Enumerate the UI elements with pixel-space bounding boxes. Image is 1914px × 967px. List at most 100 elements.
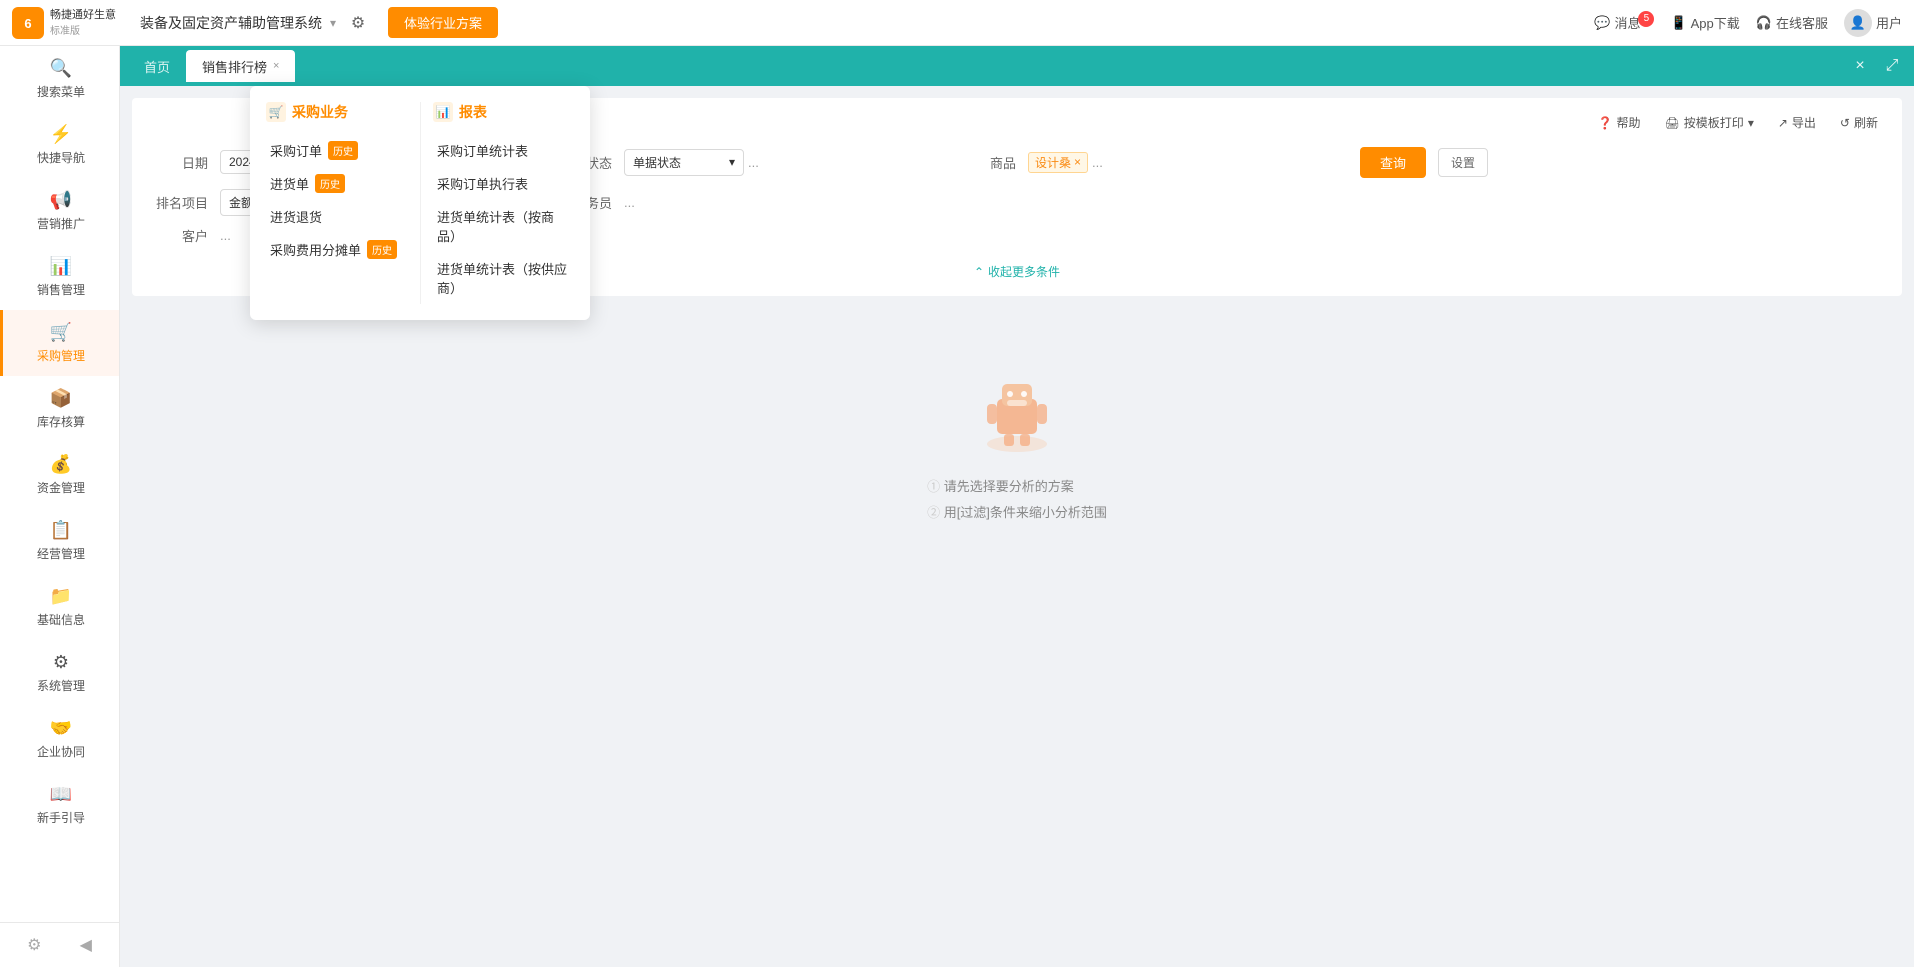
sidebar-item-search[interactable]: 🔍 搜索菜单 bbox=[0, 46, 119, 112]
purchase-section-icon: 🛒 bbox=[266, 102, 286, 122]
print-btn[interactable]: 🖨 按模板打印 ▾ bbox=[1657, 110, 1762, 135]
user-btn[interactable]: 👤 用户 bbox=[1844, 9, 1902, 37]
date-label: 日期 bbox=[148, 153, 208, 172]
industry-btn[interactable]: 体验行业方案 bbox=[388, 7, 498, 38]
tab-expand-btn[interactable]: ⤢ bbox=[1878, 52, 1906, 80]
avatar: 👤 bbox=[1844, 9, 1872, 37]
tab-close-btn[interactable]: × bbox=[1846, 52, 1874, 80]
guide-icon: 📖 bbox=[50, 784, 72, 805]
content-area: 首页 销售排行榜 × × ⤢ ❓ 帮助 bbox=[120, 46, 1914, 967]
settings-btn[interactable]: 设置 bbox=[1438, 148, 1488, 177]
status-placeholder: 单据状态 bbox=[633, 154, 681, 171]
logo-text: 畅捷通好生意 bbox=[50, 8, 116, 22]
sidebar-label-basic: 基础信息 bbox=[37, 611, 85, 628]
sidebar-label-system: 系统管理 bbox=[37, 677, 85, 694]
query-btn[interactable]: 查询 bbox=[1360, 147, 1426, 178]
goods-tag[interactable]: 设计桑 × bbox=[1028, 152, 1088, 173]
dropdown-item-inbound-by-supplier[interactable]: 进货单统计表（按供应商） bbox=[433, 252, 574, 304]
dropdown-item-po[interactable]: 采购订单 历史 bbox=[266, 134, 420, 167]
sidebar-label-quick-nav: 快捷导航 bbox=[37, 149, 85, 166]
goods-tag-close[interactable]: × bbox=[1074, 155, 1081, 169]
sidebar-label-operation: 经营管理 bbox=[37, 545, 85, 562]
logo-badge: 标准版 bbox=[50, 22, 116, 37]
system-icon: ⚙ bbox=[53, 652, 69, 673]
print-icon: 🖨 bbox=[1665, 116, 1680, 130]
sidebar-collapse-icon[interactable]: ◀ bbox=[80, 935, 92, 955]
goods-control: 设计桑 × ... bbox=[1028, 152, 1348, 173]
status-select[interactable]: 单据状态 ▾ bbox=[624, 149, 744, 176]
staff-more-icon[interactable]: ... bbox=[624, 195, 635, 210]
tab-sales-rank-label: 销售排行榜 bbox=[202, 57, 267, 76]
tab-home[interactable]: 首页 bbox=[128, 50, 186, 82]
purchase-icon: 🛒 bbox=[50, 322, 72, 343]
dropdown-arrow-icon[interactable]: ▾ bbox=[330, 16, 336, 30]
header-right: 💬 消息 5 📱 App下载 🎧 在线客服 👤 用户 bbox=[1594, 9, 1902, 37]
dropdown-item-inbound-by-goods[interactable]: 进货单统计表（按商品） bbox=[433, 200, 574, 252]
enterprise-icon: 🤝 bbox=[50, 718, 72, 739]
dropdown-item-po-exec[interactable]: 采购订单执行表 bbox=[433, 167, 574, 200]
dropdown-item-po-stat[interactable]: 采购订单统计表 bbox=[433, 134, 574, 167]
tab-sales-rank[interactable]: 销售排行榜 × bbox=[186, 50, 295, 82]
sidebar-item-enterprise[interactable]: 🤝 企业协同 bbox=[0, 706, 119, 772]
status-more-icon[interactable]: ... bbox=[748, 155, 759, 170]
sidebar-settings-icon[interactable]: ⚙ bbox=[27, 935, 41, 955]
dropdown-item-expense[interactable]: 采购费用分摊单 历史 bbox=[266, 233, 420, 266]
online-service-btn[interactable]: 🎧 在线客服 bbox=[1756, 13, 1828, 32]
help-btn[interactable]: ❓ 帮助 bbox=[1590, 110, 1649, 135]
search-icon: 🔍 bbox=[50, 58, 72, 79]
app-download-btn[interactable]: 📱 App下载 bbox=[1670, 13, 1739, 32]
sidebar-item-operation[interactable]: 📋 经营管理 bbox=[0, 508, 119, 574]
main-layout: 🔍 搜索菜单 ⚡ 快捷导航 📢 营销推广 📊 销售管理 🛒 采购管理 📦 库存核… bbox=[0, 46, 1914, 967]
sidebar-label-marketing: 营销推广 bbox=[37, 215, 85, 232]
capital-icon: 💰 bbox=[50, 454, 72, 475]
report-section-icon: 📊 bbox=[433, 102, 453, 122]
purchase-section-title: 🛒 采购业务 bbox=[266, 102, 420, 122]
report-section: 📊 报表 采购订单统计表 采购订单执行表 进货单统计表（按商品） 进货单统计表（… bbox=[420, 102, 574, 304]
print-dropdown-icon: ▾ bbox=[1748, 116, 1754, 130]
basic-icon: 📁 bbox=[50, 586, 72, 607]
tab-controls: × ⤢ bbox=[1846, 52, 1906, 80]
inventory-icon: 📦 bbox=[50, 388, 72, 409]
export-btn[interactable]: ↗ 导出 bbox=[1770, 110, 1824, 135]
tab-close-icon[interactable]: × bbox=[273, 60, 279, 72]
logo-area: 6 畅捷通好生意 标准版 bbox=[12, 7, 132, 39]
dropdown-item-inbound[interactable]: 进货单 历史 bbox=[266, 167, 420, 200]
svg-text:6: 6 bbox=[24, 16, 31, 31]
sidebar-item-inventory[interactable]: 📦 库存核算 bbox=[0, 376, 119, 442]
empty-tip-1: ① 请先选择要分析的方案 bbox=[927, 474, 1107, 500]
sidebar-label-sales: 销售管理 bbox=[37, 281, 85, 298]
dropdown-item-return[interactable]: 进货退货 bbox=[266, 200, 420, 233]
headset-icon: 🎧 bbox=[1756, 15, 1772, 31]
empty-illustration bbox=[972, 364, 1062, 454]
message-badge: 5 bbox=[1638, 11, 1654, 27]
sidebar-item-system[interactable]: ⚙ 系统管理 bbox=[0, 640, 119, 706]
sidebar-label-purchase: 采购管理 bbox=[37, 347, 85, 364]
message-icon: 💬 bbox=[1594, 15, 1610, 31]
sidebar-item-purchase[interactable]: 🛒 采购管理 bbox=[0, 310, 119, 376]
refresh-icon: ↺ bbox=[1840, 116, 1850, 130]
goods-label: 商品 bbox=[956, 153, 1016, 172]
purchase-section: 🛒 采购业务 采购订单 历史 进货单 历史 进货退货 采购费用分摊单 历史 bbox=[266, 102, 420, 304]
header-center: 体验行业方案 bbox=[372, 7, 1594, 38]
sidebar-item-capital[interactable]: 💰 资金管理 bbox=[0, 442, 119, 508]
customer-label: 客户 bbox=[148, 226, 208, 245]
export-icon: ↗ bbox=[1778, 116, 1788, 130]
report-section-title: 📊 报表 bbox=[433, 102, 574, 122]
quick-nav-icon: ⚡ bbox=[50, 124, 72, 145]
settings-icon[interactable]: ⚙ bbox=[344, 9, 372, 37]
sidebar-item-sales[interactable]: 📊 销售管理 bbox=[0, 244, 119, 310]
help-icon: ❓ bbox=[1598, 116, 1613, 130]
message-btn[interactable]: 💬 消息 5 bbox=[1594, 13, 1654, 32]
goods-more-icon[interactable]: ... bbox=[1092, 155, 1103, 170]
sidebar-item-basic[interactable]: 📁 基础信息 bbox=[0, 574, 119, 640]
hist-badge-inbound: 历史 bbox=[315, 174, 345, 193]
empty-state: ① 请先选择要分析的方案 ② 用[过滤]条件来缩小分析范围 bbox=[132, 304, 1902, 586]
customer-more-icon[interactable]: ... bbox=[220, 228, 231, 243]
sidebar-item-quick-nav[interactable]: ⚡ 快捷导航 bbox=[0, 112, 119, 178]
sidebar-item-marketing[interactable]: 📢 营销推广 bbox=[0, 178, 119, 244]
status-dropdown-icon: ▾ bbox=[729, 155, 735, 169]
tab-bar: 首页 销售排行榜 × × ⤢ bbox=[120, 46, 1914, 86]
sidebar-item-guide[interactable]: 📖 新手引导 bbox=[0, 772, 119, 838]
sidebar-label-inventory: 库存核算 bbox=[37, 413, 85, 430]
refresh-btn[interactable]: ↺ 刷新 bbox=[1832, 110, 1886, 135]
